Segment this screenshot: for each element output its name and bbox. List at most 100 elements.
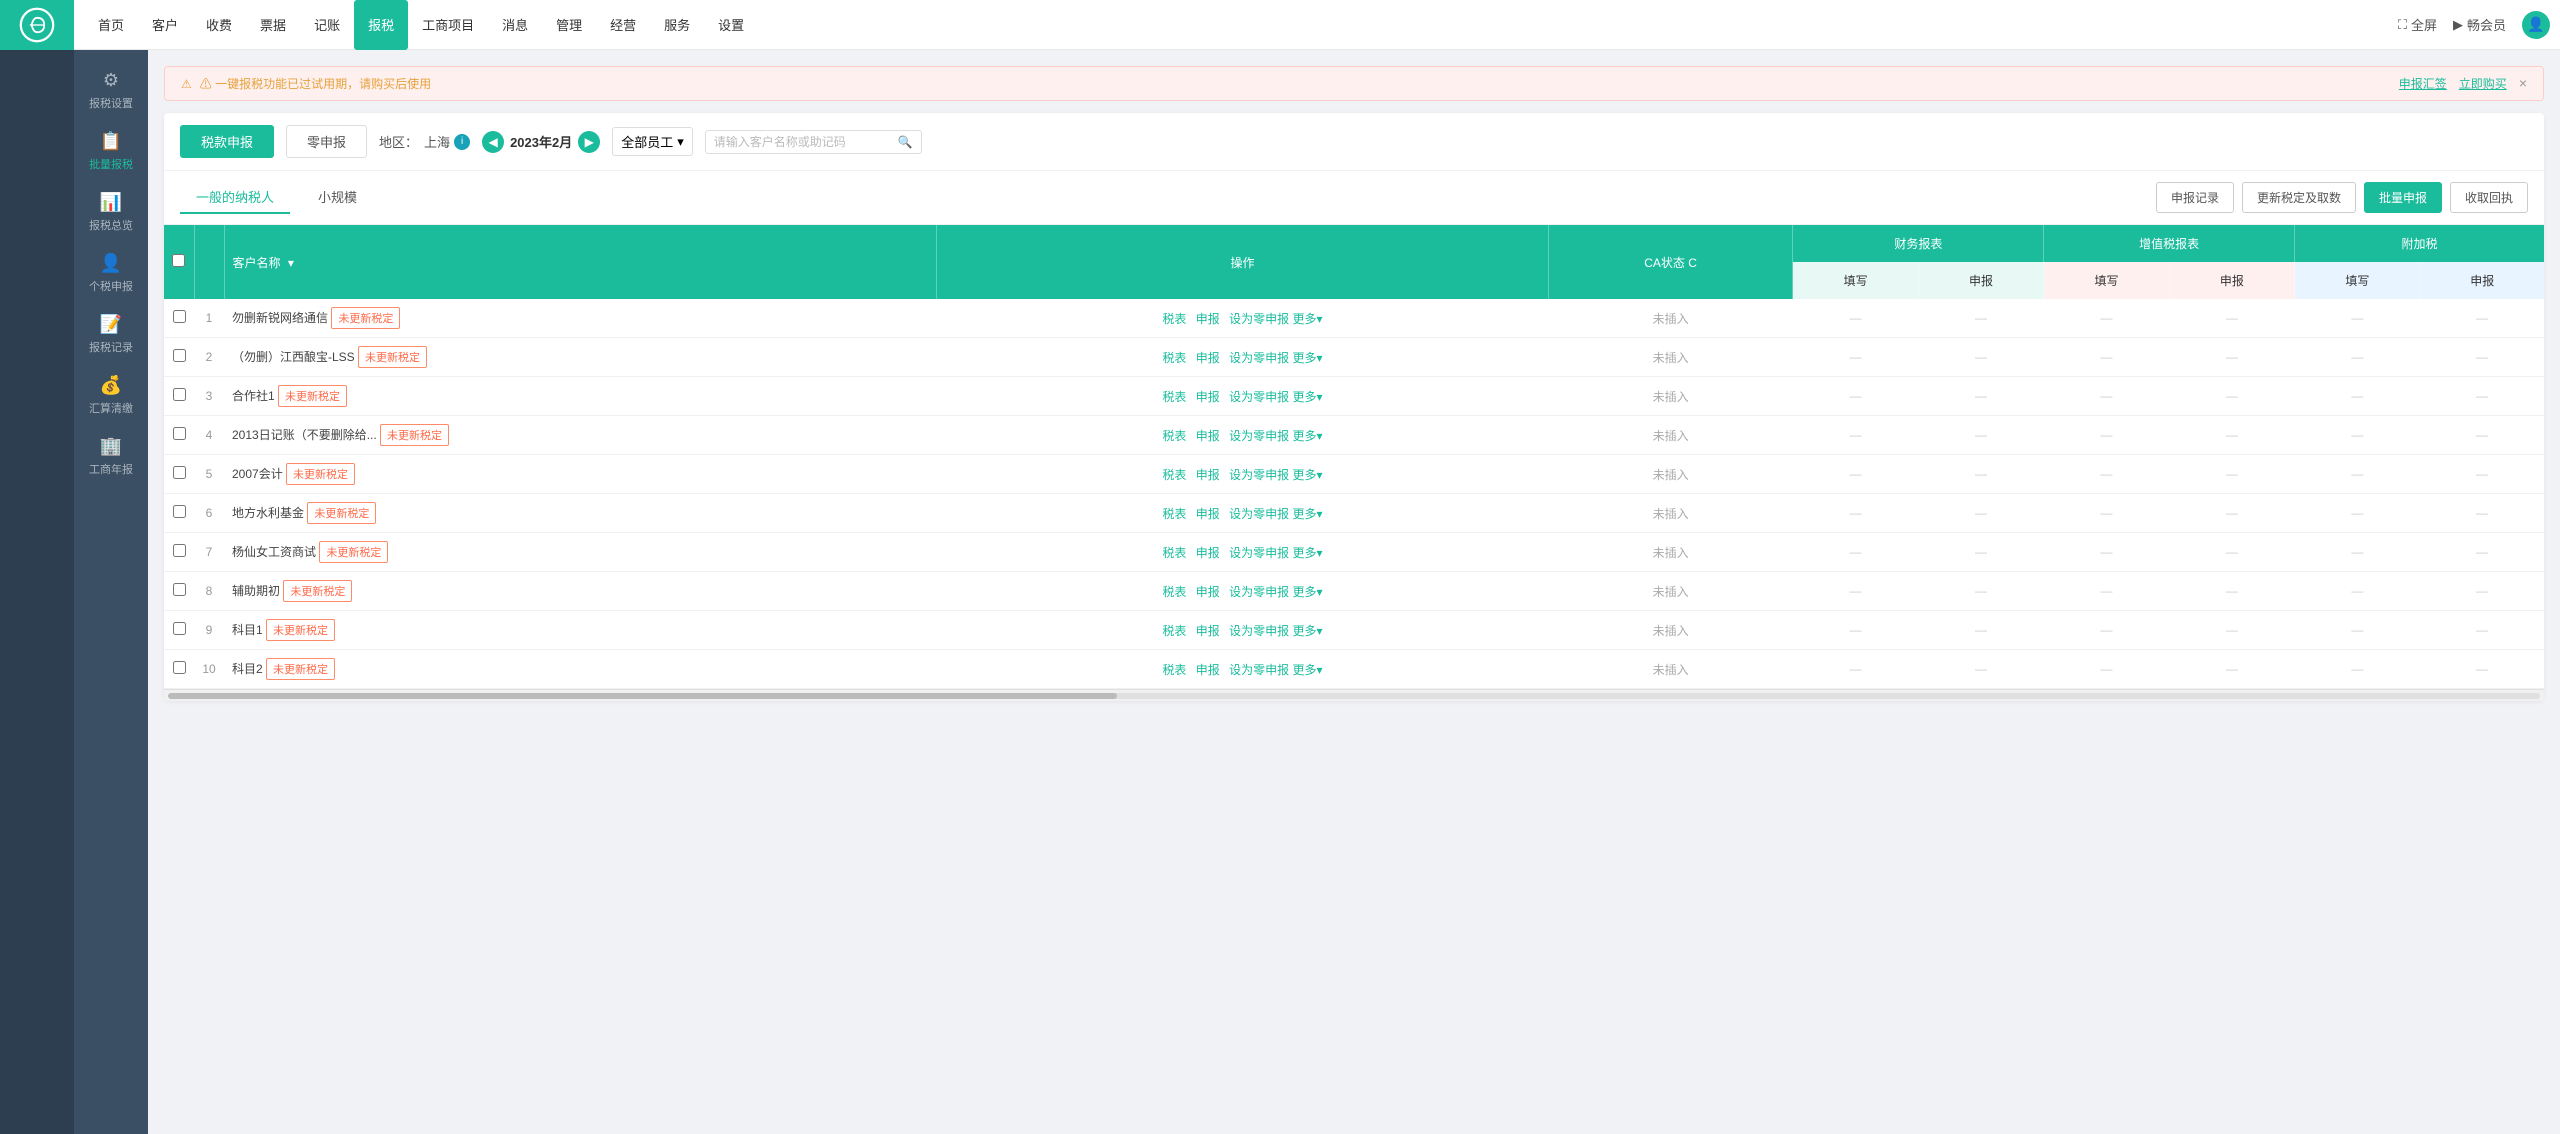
op-more[interactable]: 更多▾: [1293, 546, 1323, 560]
op-more[interactable]: 更多▾: [1293, 663, 1323, 677]
row-checkbox-cell[interactable]: [164, 572, 194, 611]
tab-zero-declaration[interactable]: 零申报: [286, 125, 367, 158]
row-checkbox[interactable]: [173, 388, 186, 401]
th-checkbox[interactable]: [164, 225, 194, 299]
next-month-btn[interactable]: ▶: [578, 131, 600, 153]
op-more[interactable]: 更多▾: [1293, 468, 1323, 482]
search-input[interactable]: [714, 135, 894, 149]
nav-service[interactable]: 服务: [650, 0, 704, 50]
sub-nav-tax-records[interactable]: 📝 报税记录: [74, 304, 148, 365]
nav-message[interactable]: 消息: [488, 0, 542, 50]
op-declare[interactable]: 申报: [1196, 312, 1220, 326]
row-checkbox[interactable]: [173, 583, 186, 596]
row-checkbox-cell[interactable]: [164, 494, 194, 533]
scrollbar-thumb[interactable]: [168, 693, 1117, 699]
type-tab-general[interactable]: 一般的纳税人: [180, 181, 290, 214]
sub-nav-personal-tax[interactable]: 👤 个税申报: [74, 243, 148, 304]
row-checkbox[interactable]: [173, 505, 186, 518]
row-checkbox-cell[interactable]: [164, 455, 194, 494]
op-tax-form[interactable]: 税表: [1162, 390, 1186, 404]
op-tax-form[interactable]: 税表: [1162, 507, 1186, 521]
row-checkbox[interactable]: [173, 310, 186, 323]
row-checkbox-cell[interactable]: [164, 416, 194, 455]
op-tax-form[interactable]: 税表: [1162, 663, 1186, 677]
op-more[interactable]: 更多▾: [1293, 390, 1323, 404]
nav-invoice[interactable]: 票据: [246, 0, 300, 50]
op-declare[interactable]: 申报: [1196, 468, 1220, 482]
op-declare[interactable]: 申报: [1196, 585, 1220, 599]
sub-nav-tax-overview[interactable]: 📊 报税总览: [74, 182, 148, 243]
scrollbar-area[interactable]: [164, 689, 2544, 701]
row-checkbox[interactable]: [173, 427, 186, 440]
op-set-zero[interactable]: 设为零申报: [1229, 312, 1289, 326]
notice-link2[interactable]: 立即购买: [2459, 75, 2507, 92]
upgrade-btn[interactable]: ▶ 畅会员: [2453, 15, 2506, 34]
op-set-zero[interactable]: 设为零申报: [1229, 585, 1289, 599]
op-more[interactable]: 更多▾: [1293, 624, 1323, 638]
nav-tax[interactable]: 报税: [354, 0, 408, 50]
btn-batch-declare[interactable]: 批量申报: [2364, 182, 2442, 213]
op-set-zero[interactable]: 设为零申报: [1229, 429, 1289, 443]
region-info-icon[interactable]: i: [454, 134, 470, 150]
op-set-zero[interactable]: 设为零申报: [1229, 468, 1289, 482]
op-set-zero[interactable]: 设为零申报: [1229, 507, 1289, 521]
op-set-zero[interactable]: 设为零申报: [1229, 624, 1289, 638]
user-avatar[interactable]: 👤: [2522, 11, 2550, 39]
row-checkbox-cell[interactable]: [164, 338, 194, 377]
fullscreen-btn[interactable]: ⛶ 全屏: [2398, 15, 2437, 34]
op-more[interactable]: 更多▾: [1293, 585, 1323, 599]
row-checkbox-cell[interactable]: [164, 533, 194, 572]
btn-update[interactable]: 更新税定及取数: [2242, 182, 2356, 213]
type-tab-small[interactable]: 小规模: [302, 181, 373, 214]
row-checkbox[interactable]: [173, 661, 186, 674]
row-checkbox[interactable]: [173, 349, 186, 362]
search-icon[interactable]: 🔍: [898, 135, 913, 149]
nav-customer[interactable]: 客户: [138, 0, 192, 50]
notice-link1[interactable]: 申报汇签: [2399, 75, 2447, 92]
op-more[interactable]: 更多▾: [1293, 312, 1323, 326]
notice-close-btn[interactable]: ×: [2519, 75, 2527, 92]
nav-settings[interactable]: 设置: [704, 0, 758, 50]
staff-select[interactable]: 全部员工 ▾: [612, 127, 693, 156]
sub-nav-annual-report[interactable]: 🏢 工商年报: [74, 426, 148, 487]
op-declare[interactable]: 申报: [1196, 546, 1220, 560]
op-tax-form[interactable]: 税表: [1162, 312, 1186, 326]
op-declare[interactable]: 申报: [1196, 624, 1220, 638]
op-tax-form[interactable]: 税表: [1162, 546, 1186, 560]
op-declare[interactable]: 申报: [1196, 507, 1220, 521]
nav-home[interactable]: 首页: [84, 0, 138, 50]
sub-nav-tax-settings[interactable]: ⚙ 报税设置: [74, 60, 148, 121]
row-checkbox-cell[interactable]: [164, 299, 194, 338]
select-all-checkbox[interactable]: [172, 254, 185, 267]
app-logo[interactable]: [0, 0, 74, 50]
op-more[interactable]: 更多▾: [1293, 429, 1323, 443]
op-tax-form[interactable]: 税表: [1162, 624, 1186, 638]
op-set-zero[interactable]: 设为零申报: [1229, 546, 1289, 560]
row-checkbox-cell[interactable]: [164, 377, 194, 416]
op-set-zero[interactable]: 设为零申报: [1229, 390, 1289, 404]
row-checkbox[interactable]: [173, 544, 186, 557]
op-tax-form[interactable]: 税表: [1162, 468, 1186, 482]
nav-billing[interactable]: 收费: [192, 0, 246, 50]
tab-tax-declaration[interactable]: 税款申报: [180, 125, 274, 158]
scrollbar-track[interactable]: [168, 693, 2540, 699]
prev-month-btn[interactable]: ◀: [482, 131, 504, 153]
nav-business[interactable]: 工商项目: [408, 0, 488, 50]
sub-nav-annual-clearance[interactable]: 💰 汇算清缴: [74, 365, 148, 426]
op-tax-form[interactable]: 税表: [1162, 351, 1186, 365]
sort-icon[interactable]: ▾: [288, 256, 294, 270]
op-declare[interactable]: 申报: [1196, 663, 1220, 677]
row-checkbox[interactable]: [173, 466, 186, 479]
op-more[interactable]: 更多▾: [1293, 507, 1323, 521]
row-checkbox[interactable]: [173, 622, 186, 635]
op-set-zero[interactable]: 设为零申报: [1229, 663, 1289, 677]
btn-record[interactable]: 申报记录: [2156, 182, 2234, 213]
op-declare[interactable]: 申报: [1196, 429, 1220, 443]
row-checkbox-cell[interactable]: [164, 650, 194, 689]
sub-nav-batch-tax[interactable]: 📋 批量报税: [74, 121, 148, 182]
btn-retrieve[interactable]: 收取回执: [2450, 182, 2528, 213]
op-more[interactable]: 更多▾: [1293, 351, 1323, 365]
nav-operation[interactable]: 经营: [596, 0, 650, 50]
op-tax-form[interactable]: 税表: [1162, 585, 1186, 599]
op-tax-form[interactable]: 税表: [1162, 429, 1186, 443]
